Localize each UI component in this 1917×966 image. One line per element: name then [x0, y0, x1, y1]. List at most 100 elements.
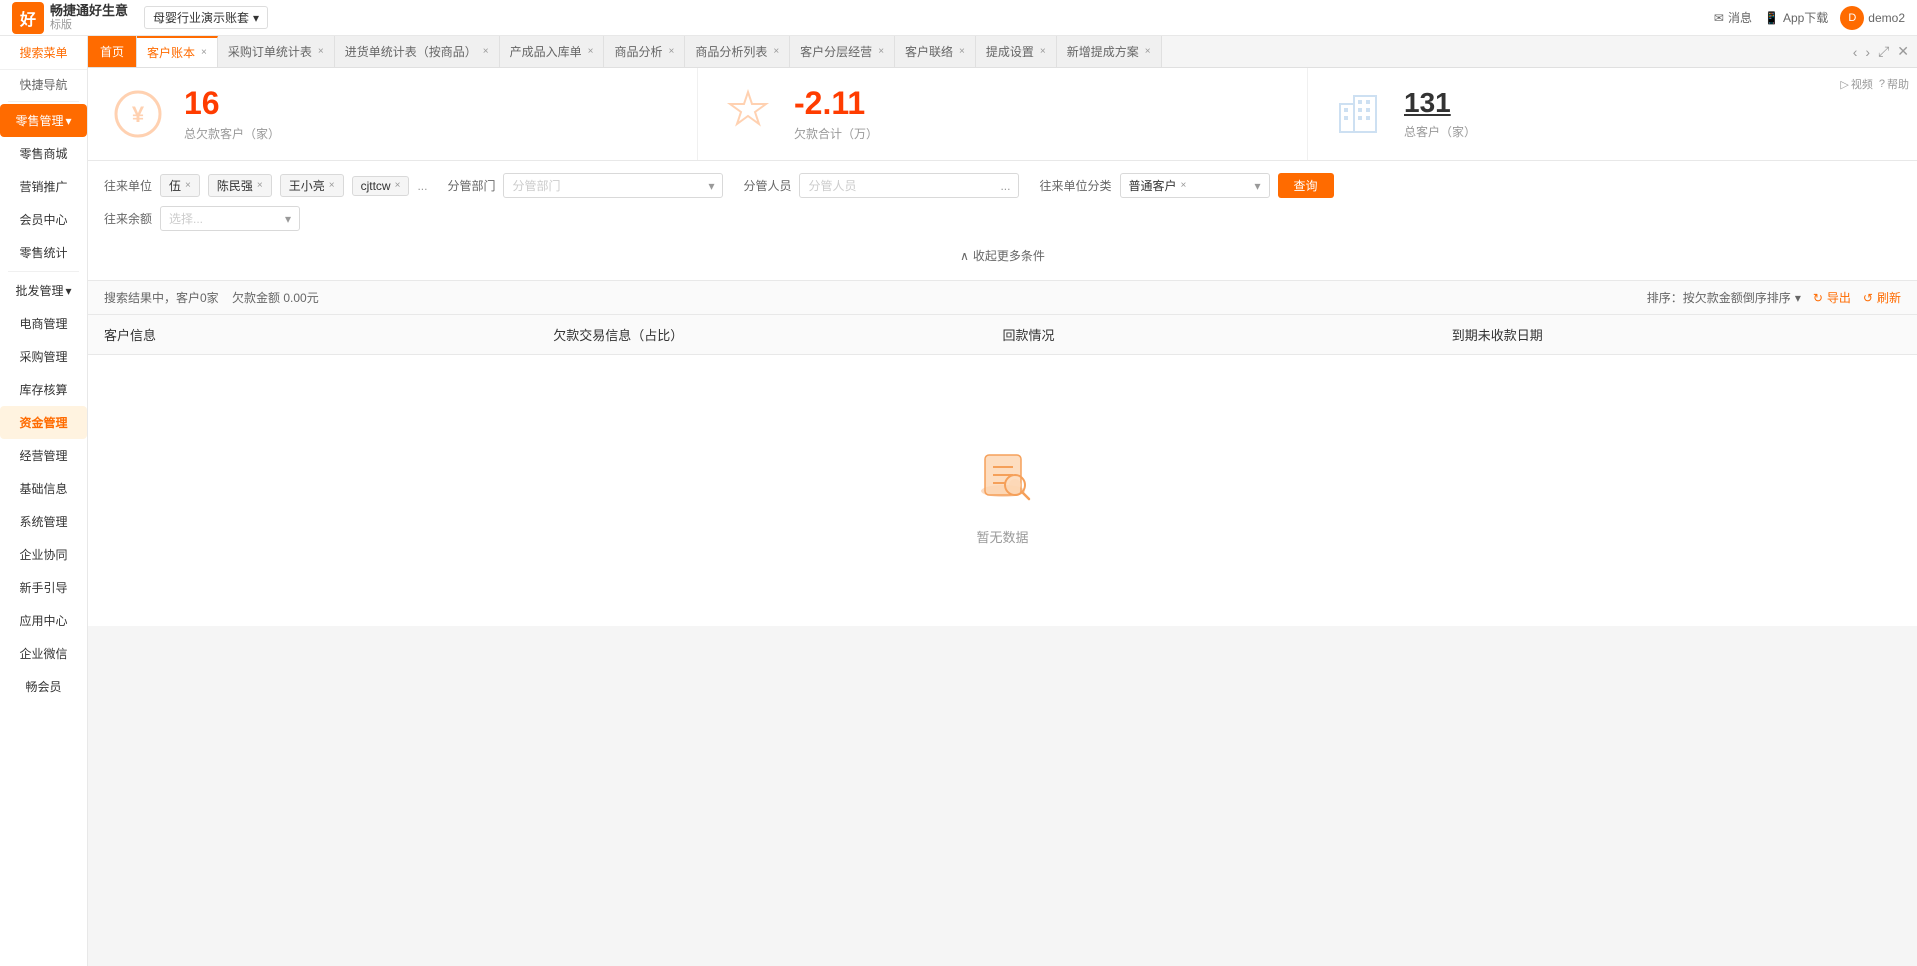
tab-customer-contact[interactable]: 客户联络 ×	[895, 36, 976, 68]
tab-customer-tier[interactable]: 客户分层经营 ×	[790, 36, 895, 68]
filter-section: 往来单位 伍 × 陈民强 × 王小亮 × cjttcw	[88, 161, 1917, 281]
sidebar-item-guide[interactable]: 新手引导	[0, 571, 87, 604]
stat-label-3: 总客户（家）	[1404, 123, 1476, 140]
sort-selector[interactable]: 排序：按欠款金额倒序排序 ▾	[1647, 289, 1801, 306]
sidebar-item-enterprise[interactable]: 企业协同	[0, 538, 87, 571]
logo-main: 畅捷通好生意	[50, 3, 128, 19]
person-label: 分管人员	[743, 177, 791, 194]
message-icon: ✉	[1714, 11, 1724, 25]
tab-close-icon-4[interactable]: ×	[588, 46, 594, 57]
tab-customer-ledger[interactable]: 客户账本 ×	[137, 36, 218, 68]
tab-scroll-left-icon[interactable]: ‹	[1851, 42, 1860, 62]
tab-home[interactable]: 首页	[88, 36, 137, 68]
filter-tag-2-label: 陈民强	[217, 177, 253, 194]
page-content: ¥ 16 总欠款客户（家） -2.	[88, 68, 1917, 966]
person-select[interactable]: 分管人员 ...	[799, 173, 1019, 198]
play-icon: ▷	[1840, 78, 1848, 91]
tab-goods-analysis[interactable]: 商品分析 ×	[604, 36, 685, 68]
filter-tag-1-close[interactable]: ×	[185, 180, 191, 191]
tab-close-icon[interactable]: ×	[201, 47, 207, 58]
sidebar-item-retail[interactable]: 零售管理 ▾	[0, 104, 87, 137]
sidebar-item-wholesale[interactable]: 批发管理 ▾	[0, 274, 87, 307]
unit-class-select[interactable]: 普通客户 × ▾	[1120, 173, 1270, 198]
person-arrow-icon: ...	[1000, 179, 1010, 193]
filter-tag-3-label: 王小亮	[289, 177, 325, 194]
table-container: 客户信息 欠款交易信息（占比） 回款情况 到期未收款日期	[88, 315, 1917, 626]
export-button[interactable]: ↻ 导出	[1813, 289, 1851, 306]
video-help-btn[interactable]: ▷ 视频	[1840, 76, 1872, 92]
tab-close-icon-6[interactable]: ×	[773, 46, 779, 57]
stat-number-3: 131	[1404, 88, 1476, 119]
wholesale-arrow-icon: ▾	[65, 284, 71, 298]
tab-close-icon-3[interactable]: ×	[483, 46, 489, 57]
tab-close-icon-2[interactable]: ×	[318, 46, 324, 57]
dept-placeholder: 分管部门	[512, 177, 560, 194]
sidebar-item-wechat[interactable]: 企业微信	[0, 637, 87, 670]
col-customer-info: 客户信息	[104, 325, 553, 344]
badge-icon	[718, 84, 778, 144]
sidebar-item-member[interactable]: 会员中心	[0, 203, 87, 236]
store-name: 母婴行业演示账套	[153, 9, 249, 26]
table-header: 客户信息 欠款交易信息（占比） 回款情况 到期未收款日期	[88, 315, 1917, 355]
sidebar-item-system[interactable]: 系统管理	[0, 505, 87, 538]
results-text: 搜索结果中，客户0家 欠款金额 0.00元	[104, 289, 319, 306]
unit-class-tag: 普通客户 ×	[1129, 177, 1187, 194]
coin-icon: ¥	[108, 84, 168, 144]
tab-close-icon-10[interactable]: ×	[1145, 46, 1151, 57]
sidebar-item-retail-stats[interactable]: 零售统计	[0, 236, 87, 269]
tab-add-commission[interactable]: 新增提成方案 ×	[1057, 36, 1162, 68]
logo-text: 畅捷通好生意 标版	[50, 3, 128, 32]
logo-icon: 好	[12, 2, 44, 34]
person-placeholder: 分管人员	[808, 177, 856, 194]
tab-close-icon-9[interactable]: ×	[1040, 46, 1046, 57]
tab-maximize-icon[interactable]: ⤢	[1876, 41, 1891, 62]
sort-arrow-icon: ▾	[1795, 291, 1801, 305]
sidebar-item-basic-info[interactable]: 基础信息	[0, 472, 87, 505]
unit-class-close[interactable]: ×	[1181, 180, 1187, 191]
sidebar-item-member2[interactable]: 畅会员	[0, 670, 87, 703]
sidebar-item-operation[interactable]: 经营管理	[0, 439, 87, 472]
tab-goods-list[interactable]: 商品分析列表 ×	[685, 36, 790, 68]
filter-tag-3-close[interactable]: ×	[329, 180, 335, 191]
filter-tag-4-close[interactable]: ×	[395, 180, 401, 191]
stat-info-2: -2.11 欠款合计（万）	[794, 86, 878, 142]
tab-purchase-goods[interactable]: 进货单统计表（按商品） ×	[335, 36, 500, 68]
stat-info-3: 131 总客户（家）	[1404, 88, 1476, 140]
store-selector[interactable]: 母婴行业演示账套 ▾	[144, 6, 268, 29]
tab-close-icon-7[interactable]: ×	[878, 46, 884, 57]
sidebar-item-purchase[interactable]: 采购管理	[0, 340, 87, 373]
logo-area: 好 畅捷通好生意 标版	[12, 2, 128, 34]
dept-select[interactable]: 分管部门 ▾	[503, 173, 723, 198]
retail-label: 零售管理	[15, 112, 63, 129]
sidebar-item-marketing[interactable]: 营销推广	[0, 170, 87, 203]
top-bar-right: ✉ 消息 📱 App下载 D demo2	[1714, 6, 1905, 30]
messages-button[interactable]: ✉ 消息	[1714, 9, 1752, 26]
user-avatar[interactable]: D demo2	[1840, 6, 1905, 30]
collapse-button[interactable]: ∧ 收起更多条件	[948, 243, 1057, 268]
refresh-button[interactable]: ↺ 刷新	[1863, 289, 1901, 306]
sidebar-item-retail-shop[interactable]: 零售商城	[0, 137, 87, 170]
tab-commission[interactable]: 提成设置 ×	[976, 36, 1057, 68]
sidebar-item-inventory[interactable]: 库存核算	[0, 373, 87, 406]
filter-more-btn[interactable]: ...	[417, 179, 427, 193]
filter-row-2: 往来余额 选择... ▾	[104, 206, 1901, 231]
help-btn[interactable]: ? 帮助	[1879, 76, 1909, 92]
query-button[interactable]: 查询	[1278, 173, 1334, 198]
sidebar-item-finance[interactable]: 资金管理	[0, 406, 87, 439]
tab-product-inbound[interactable]: 产成品入库单 ×	[500, 36, 605, 68]
tab-close-all-icon[interactable]: ✕	[1895, 41, 1911, 62]
sidebar-item-ecommerce[interactable]: 电商管理	[0, 307, 87, 340]
filter-tag-3: 王小亮 ×	[280, 174, 344, 197]
tab-close-icon-8[interactable]: ×	[959, 46, 965, 57]
app-download-button[interactable]: 📱 App下载	[1764, 9, 1828, 26]
balance-select[interactable]: 选择... ▾	[160, 206, 300, 231]
sidebar-search[interactable]: 搜索菜单	[0, 36, 87, 70]
tab-close-icon-5[interactable]: ×	[668, 46, 674, 57]
filter-tag-2-close[interactable]: ×	[257, 180, 263, 191]
sidebar-item-appstore[interactable]: 应用中心	[0, 604, 87, 637]
tab-purchase-stats[interactable]: 采购订单统计表 ×	[218, 36, 335, 68]
sidebar-quick-nav[interactable]: 快捷导航	[0, 70, 87, 99]
main-layout: 搜索菜单 快捷导航 零售管理 ▾ 零售商城 营销推广 会员中心 零售统计 批发管…	[0, 36, 1917, 966]
stat-number-1: 16	[184, 86, 280, 121]
tab-scroll-right-icon[interactable]: ›	[1863, 42, 1872, 62]
